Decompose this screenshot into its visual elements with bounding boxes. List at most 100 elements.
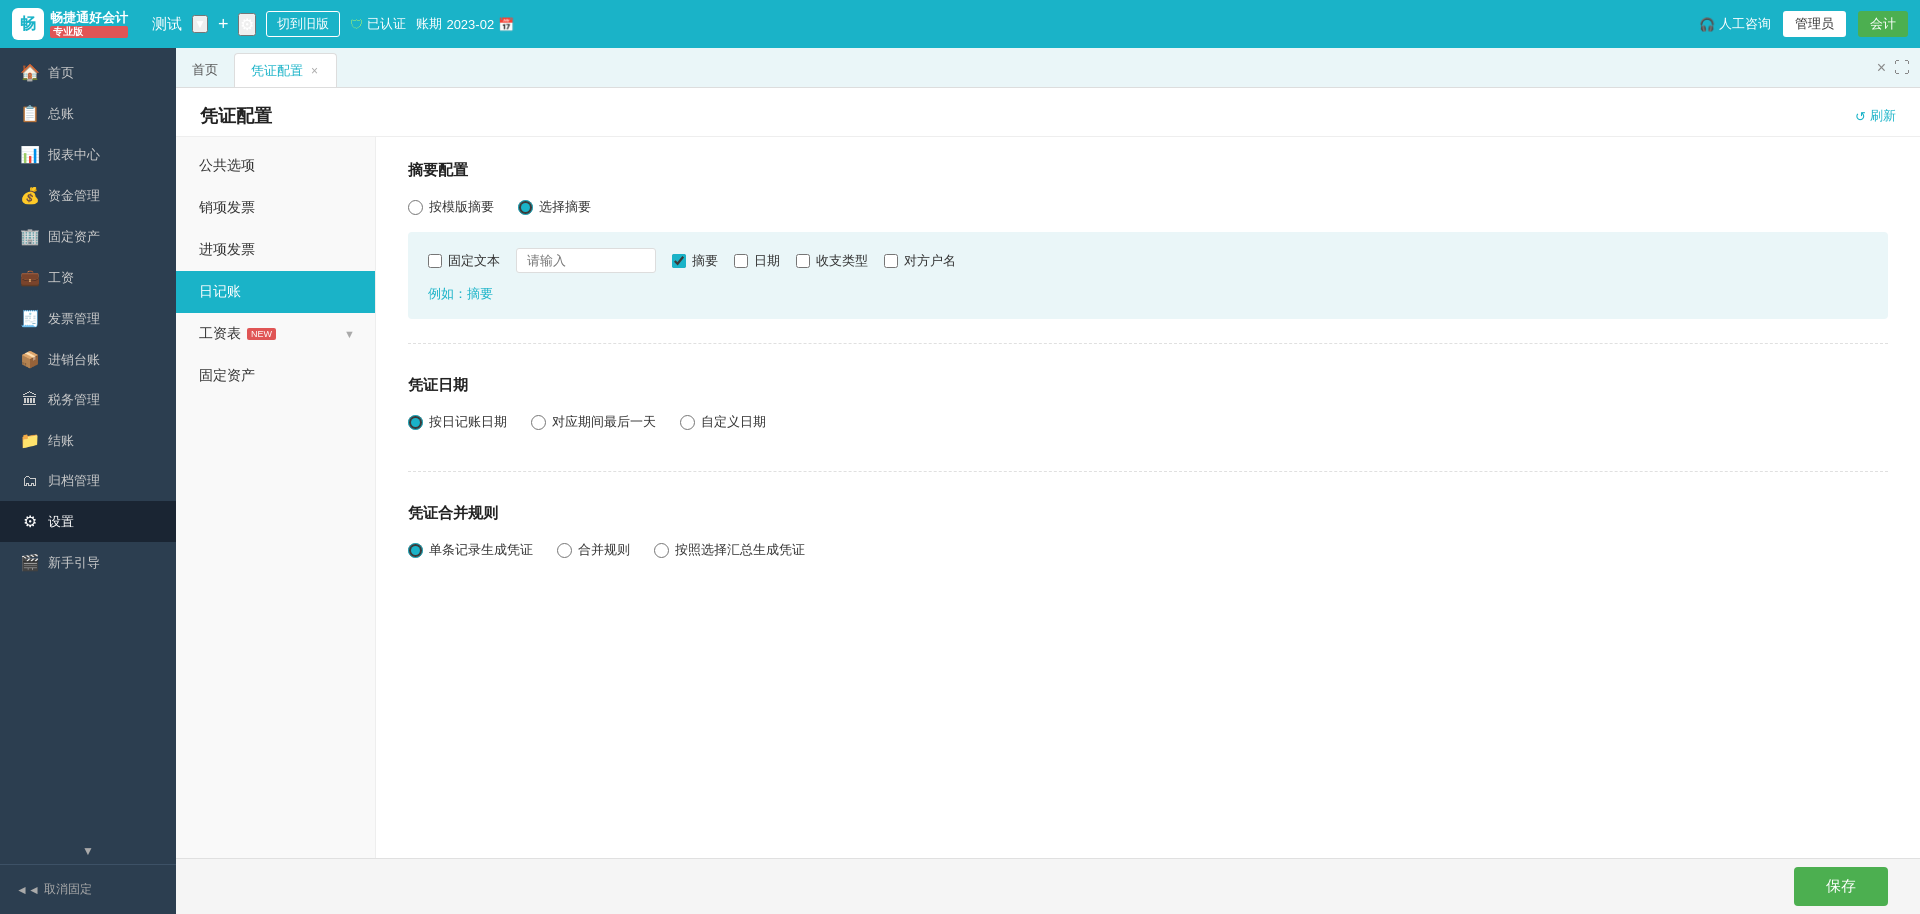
sidebar-item-purchase-sales[interactable]: 📦 进销台账 — [0, 339, 176, 380]
checkbox-summary-input[interactable] — [672, 254, 686, 268]
radio-template-mode[interactable]: 按模版摘要 — [408, 198, 494, 216]
sidebar-item-label-salary: 工资 — [48, 269, 74, 287]
sidebar-item-reports[interactable]: 📊 报表中心 — [0, 134, 176, 175]
tab-home[interactable]: 首页 — [176, 53, 234, 87]
checkbox-summary[interactable]: 摘要 — [672, 252, 718, 270]
new-badge: NEW — [247, 328, 276, 340]
tab-voucher-config[interactable]: 凭证配置 × — [234, 53, 337, 87]
save-button[interactable]: 保存 — [1794, 867, 1888, 906]
left-nav-sales-invoice[interactable]: 销项发票 — [176, 187, 375, 229]
user-btn[interactable]: 管理员 — [1783, 11, 1846, 37]
example-text: 例如：摘要 — [428, 285, 1868, 303]
sidebar-item-label-settlement: 结账 — [48, 432, 74, 450]
checkbox-date[interactable]: 日期 — [734, 252, 780, 270]
radio-custom-date[interactable]: 自定义日期 — [680, 413, 766, 431]
arrow-left-icon: ◄◄ — [16, 883, 40, 897]
radio-period-last-label: 对应期间最后一天 — [552, 413, 656, 431]
tab-close-btn[interactable]: × — [309, 64, 320, 78]
support-btn[interactable]: 🎧 人工咨询 — [1699, 15, 1771, 33]
tab-home-label: 首页 — [192, 61, 218, 79]
left-nav-fixed-assets[interactable]: 固定资产 — [176, 355, 375, 397]
sidebar-item-fixed-assets[interactable]: 🏢 固定资产 — [0, 216, 176, 257]
left-nav-sales-invoice-label: 销项发票 — [199, 199, 255, 215]
left-nav-salary-table-label: 工资表 — [199, 325, 241, 343]
fixed-text-input[interactable] — [516, 248, 656, 273]
close-tab-btn[interactable]: × — [1877, 59, 1886, 77]
settings-btn[interactable]: ⚙ — [238, 13, 256, 36]
invoice-icon: 🧾 — [20, 309, 40, 328]
radio-template-input[interactable] — [408, 200, 423, 215]
sidebar-item-archive[interactable]: 🗂 归档管理 — [0, 461, 176, 501]
merge-rules-title: 凭证合并规则 — [408, 504, 1888, 523]
sidebar-item-home[interactable]: 🏠 首页 — [0, 52, 176, 93]
sidebar-nav: 🏠 首页 📋 总账 📊 报表中心 💰 资金管理 🏢 固定资产 💼 工资 — [0, 48, 176, 838]
topbar: 畅 畅捷通好会计 专业版 测试 ▼ + ⚙ 切到旧版 🛡 已认证 账期 2023… — [0, 0, 1920, 48]
sidebar-item-finance[interactable]: 💰 资金管理 — [0, 175, 176, 216]
sidebar-item-label-fixed-assets: 固定资产 — [48, 228, 100, 246]
cancel-fixed-btn[interactable]: ◄◄ 取消固定 — [0, 873, 176, 906]
add-project-btn[interactable]: + — [218, 14, 229, 35]
reports-icon: 📊 — [20, 145, 40, 164]
example-prefix: 例如： — [428, 286, 467, 301]
checkbox-date-label: 日期 — [754, 252, 780, 270]
summary-radio-group: 按模版摘要 选择摘要 — [408, 198, 1888, 216]
left-nav-public[interactable]: 公共选项 — [176, 145, 375, 187]
radio-period-last-input[interactable] — [531, 415, 546, 430]
radio-single-record[interactable]: 单条记录生成凭证 — [408, 541, 533, 559]
sidebar-item-label-guide: 新手引导 — [48, 554, 100, 572]
radio-select-merge[interactable]: 按照选择汇总生成凭证 — [654, 541, 805, 559]
left-nav-purchase-invoice-label: 进项发票 — [199, 241, 255, 257]
example-value: 摘要 — [467, 286, 493, 301]
refresh-btn[interactable]: ↺ 刷新 — [1855, 107, 1896, 125]
radio-journal-date-input[interactable] — [408, 415, 423, 430]
project-dropdown-btn[interactable]: ▼ — [192, 15, 208, 33]
headset-icon: 🎧 — [1699, 17, 1715, 32]
right-content: 摘要配置 按模版摘要 选择摘要 — [376, 137, 1920, 858]
checkbox-income-type-input[interactable] — [796, 254, 810, 268]
radio-journal-date[interactable]: 按日记账日期 — [408, 413, 507, 431]
left-nav-public-label: 公共选项 — [199, 157, 255, 173]
radio-single-record-input[interactable] — [408, 543, 423, 558]
radio-select-merge-input[interactable] — [654, 543, 669, 558]
radio-merge-rule-label: 合并规则 — [578, 541, 630, 559]
old-version-btn[interactable]: 切到旧版 — [266, 11, 340, 37]
left-nav-purchase-invoice[interactable]: 进项发票 — [176, 229, 375, 271]
sidebar-item-guide[interactable]: 🎬 新手引导 — [0, 542, 176, 583]
sidebar-item-label-reports: 报表中心 — [48, 146, 100, 164]
radio-select-mode[interactable]: 选择摘要 — [518, 198, 591, 216]
archive-icon: 🗂 — [20, 472, 40, 490]
topbar-center: 测试 ▼ + ⚙ 切到旧版 🛡 已认证 账期 2023-02 📅 — [152, 11, 1699, 37]
radio-custom-date-input[interactable] — [680, 415, 695, 430]
checkbox-fixed-text[interactable]: 固定文本 — [428, 252, 500, 270]
sidebar-item-settlement[interactable]: 📁 结账 — [0, 420, 176, 461]
sidebar-item-label-archive: 归档管理 — [48, 472, 100, 490]
left-nav-journal[interactable]: 日记账 — [176, 271, 375, 313]
sidebar-item-ledger[interactable]: 📋 总账 — [0, 93, 176, 134]
checkbox-counterparty-input[interactable] — [884, 254, 898, 268]
radio-merge-rule[interactable]: 合并规则 — [557, 541, 630, 559]
left-nav-salary-table[interactable]: 工资表 NEW ▼ — [176, 313, 375, 355]
checkbox-date-input[interactable] — [734, 254, 748, 268]
sidebar-item-label-finance: 资金管理 — [48, 187, 100, 205]
sidebar-item-settings[interactable]: ⚙ 设置 — [0, 501, 176, 542]
sidebar-item-salary[interactable]: 💼 工资 — [0, 257, 176, 298]
app-logo: 畅 畅捷通好会计 专业版 — [12, 8, 152, 40]
checkbox-counterparty[interactable]: 对方户名 — [884, 252, 956, 270]
settings-icon: ⚙ — [20, 512, 40, 531]
radio-merge-rule-input[interactable] — [557, 543, 572, 558]
sidebar-scroll-down-btn[interactable]: ▼ — [0, 838, 176, 864]
checkbox-income-type[interactable]: 收支类型 — [796, 252, 868, 270]
sidebar-item-invoice[interactable]: 🧾 发票管理 — [0, 298, 176, 339]
left-nav-journal-label: 日记账 — [199, 283, 241, 299]
checkbox-income-type-label: 收支类型 — [816, 252, 868, 270]
voucher-date-title: 凭证日期 — [408, 376, 1888, 395]
expand-tab-btn[interactable]: ⛶ — [1894, 59, 1910, 77]
radio-period-last[interactable]: 对应期间最后一天 — [531, 413, 656, 431]
radio-select-input[interactable] — [518, 200, 533, 215]
support-label: 人工咨询 — [1719, 15, 1771, 33]
calendar-icon[interactable]: 📅 — [498, 17, 514, 32]
sidebar-item-label-tax: 税务管理 — [48, 391, 100, 409]
role-btn[interactable]: 会计 — [1858, 11, 1908, 37]
sidebar-item-tax[interactable]: 🏛 税务管理 — [0, 380, 176, 420]
checkbox-fixed-text-input[interactable] — [428, 254, 442, 268]
